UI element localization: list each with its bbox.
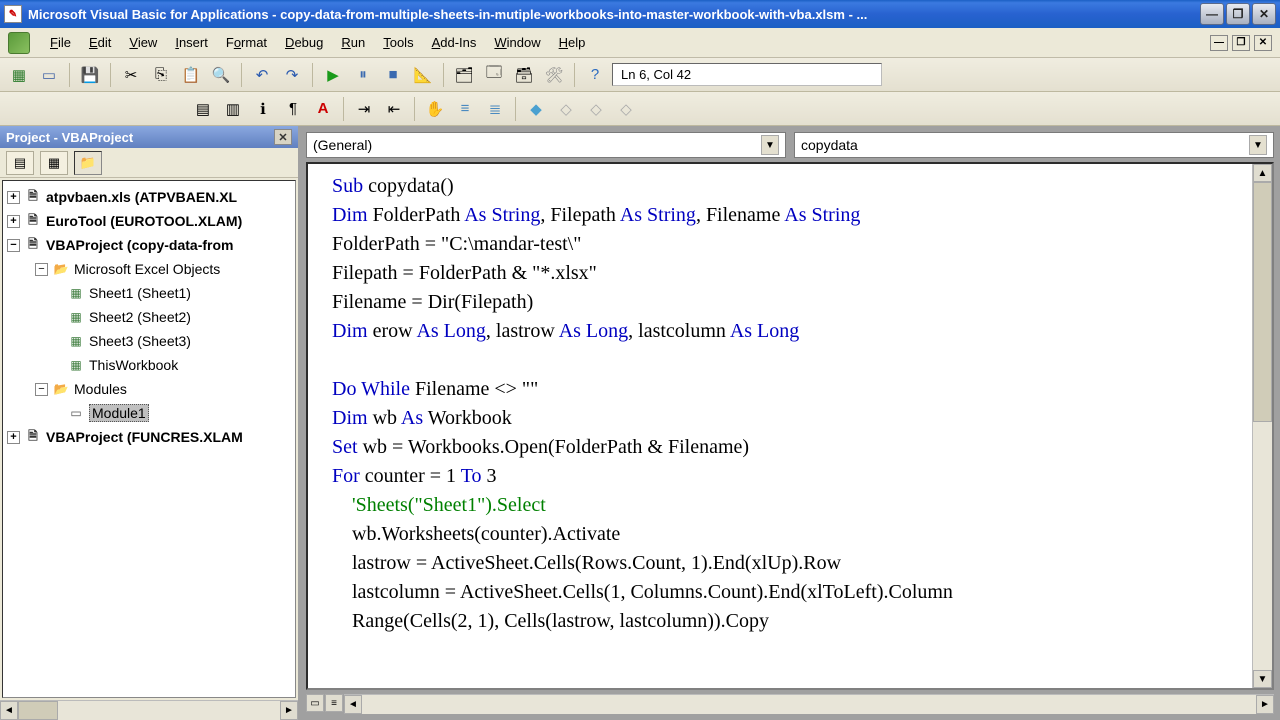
undo-button[interactable]: ↶ <box>249 62 275 88</box>
minimize-button[interactable]: — <box>1200 3 1224 25</box>
tree-project-vbaproject[interactable]: −🗎VBAProject (copy-data-from <box>3 233 295 257</box>
chevron-down-icon: ▼ <box>1249 135 1267 155</box>
window-title: Microsoft Visual Basic for Applications … <box>28 7 1200 22</box>
menu-tools[interactable]: Tools <box>375 31 421 54</box>
bookmark-prev-button[interactable]: ◇ <box>583 96 609 122</box>
project-explorer: Project - VBAProject ✕ ▤ ▦ 📁 +🗎atpvbaen.… <box>0 126 300 720</box>
tree-project-atpvbaen[interactable]: +🗎atpvbaen.xls (ATPVBAEN.XL <box>3 185 295 209</box>
code-window: Sub copydata() Dim FolderPath As String,… <box>306 162 1274 690</box>
quick-info-button[interactable]: ℹ <box>250 96 276 122</box>
menu-format[interactable]: Format <box>218 31 275 54</box>
menu-addins[interactable]: Add-Ins <box>424 31 485 54</box>
mdi-close-button[interactable]: ✕ <box>1254 35 1272 51</box>
view-object-button[interactable]: ▦ <box>40 151 68 175</box>
toolbox-button[interactable]: 🛠 <box>541 62 567 88</box>
run-button[interactable]: ▶ <box>320 62 346 88</box>
breakpoint-button[interactable]: ✋ <box>422 96 448 122</box>
project-panel-title: Project - VBAProject <box>6 130 133 145</box>
project-panel-close-button[interactable]: ✕ <box>274 129 292 145</box>
menu-file[interactable]: File <box>42 31 79 54</box>
parameter-info-button[interactable]: ¶ <box>280 96 306 122</box>
bookmark-toggle-button[interactable]: ◆ <box>523 96 549 122</box>
copy-button[interactable]: ⎘ <box>148 62 174 88</box>
list-properties-button[interactable]: ▤ <box>190 96 216 122</box>
mdi-minimize-button[interactable]: — <box>1210 35 1228 51</box>
close-button[interactable]: ✕ <box>1252 3 1276 25</box>
tree-sheet3[interactable]: ▦Sheet3 (Sheet3) <box>3 329 295 353</box>
complete-word-button[interactable]: A <box>310 96 336 122</box>
menu-edit[interactable]: Edit <box>81 31 119 54</box>
menu-view[interactable]: View <box>121 31 165 54</box>
save-button[interactable]: 💾 <box>77 62 103 88</box>
tree-folder-modules[interactable]: −📂Modules <box>3 377 295 401</box>
list-constants-button[interactable]: ▥ <box>220 96 246 122</box>
reset-button[interactable]: ■ <box>380 62 406 88</box>
project-explorer-button[interactable]: 🗂 <box>451 62 477 88</box>
bookmark-next-button[interactable]: ◇ <box>553 96 579 122</box>
menu-run[interactable]: Run <box>333 31 373 54</box>
find-button[interactable]: 🔍 <box>208 62 234 88</box>
bookmark-clear-button[interactable]: ◇ <box>613 96 639 122</box>
chevron-down-icon: ▼ <box>761 135 779 155</box>
help-button[interactable]: ? <box>582 62 608 88</box>
tree-folder-excel-objects[interactable]: −📂Microsoft Excel Objects <box>3 257 295 281</box>
tree-thisworkbook[interactable]: ▦ThisWorkbook <box>3 353 295 377</box>
cut-button[interactable]: ✂ <box>118 62 144 88</box>
uncomment-block-button[interactable]: ≣ <box>482 96 508 122</box>
view-excel-button[interactable]: ▦ <box>6 62 32 88</box>
app-icon: ✎ <box>4 5 22 23</box>
menubar: File Edit View Insert Format Debug Run T… <box>0 28 1280 58</box>
procedure-view-button[interactable]: ▭ <box>306 694 324 712</box>
design-mode-button[interactable]: 📐 <box>410 62 436 88</box>
object-dropdown[interactable]: (General)▼ <box>306 132 786 158</box>
properties-button[interactable]: 🗔 <box>481 62 507 88</box>
project-hscrollbar[interactable]: ◄► <box>0 700 298 720</box>
break-button[interactable]: ⏸ <box>350 62 376 88</box>
code-area: (General)▼ copydata▼ Sub copydata() Dim … <box>300 126 1280 720</box>
code-vscrollbar[interactable]: ▲▼ <box>1252 164 1272 688</box>
titlebar: ✎ Microsoft Visual Basic for Application… <box>0 0 1280 28</box>
full-module-view-button[interactable]: ≡ <box>325 694 343 712</box>
mdi-restore-button[interactable]: ❐ <box>1232 35 1250 51</box>
tree-sheet1[interactable]: ▦Sheet1 (Sheet1) <box>3 281 295 305</box>
cursor-position: Ln 6, Col 42 <box>612 63 882 86</box>
procedure-dropdown[interactable]: copydata▼ <box>794 132 1274 158</box>
tree-project-funcres[interactable]: +🗎VBAProject (FUNCRES.XLAM <box>3 425 295 449</box>
main-toolbar: ▦ ▭ 💾 ✂ ⎘ 📋 🔍 ↶ ↷ ▶ ⏸ ■ 📐 🗂 🗔 🗃 🛠 ? Ln 6… <box>0 58 1280 92</box>
menu-insert[interactable]: Insert <box>167 31 216 54</box>
outdent-button[interactable]: ⇤ <box>381 96 407 122</box>
maximize-button[interactable]: ❐ <box>1226 3 1250 25</box>
view-code-button[interactable]: ▤ <box>6 151 34 175</box>
view-selector: ▭ ≡ ◄► <box>306 694 1274 714</box>
project-panel-header: Project - VBAProject ✕ <box>0 126 298 148</box>
comment-block-button[interactable]: ≡ <box>452 96 478 122</box>
indent-button[interactable]: ⇥ <box>351 96 377 122</box>
excel-icon[interactable] <box>8 32 30 54</box>
code-hscrollbar[interactable]: ◄► <box>344 694 1274 714</box>
tree-sheet2[interactable]: ▦Sheet2 (Sheet2) <box>3 305 295 329</box>
project-tree[interactable]: +🗎atpvbaen.xls (ATPVBAEN.XL +🗎EuroTool (… <box>2 180 296 698</box>
menu-window[interactable]: Window <box>486 31 548 54</box>
tree-project-eurotool[interactable]: +🗎EuroTool (EUROTOOL.XLAM) <box>3 209 295 233</box>
edit-toolbar: ▤ ▥ ℹ ¶ A ⇥ ⇤ ✋ ≡ ≣ ◆ ◇ ◇ ◇ <box>0 92 1280 126</box>
code-editor[interactable]: Sub copydata() Dim FolderPath As String,… <box>308 164 1252 688</box>
object-browser-button[interactable]: 🗃 <box>511 62 537 88</box>
redo-button[interactable]: ↷ <box>279 62 305 88</box>
tree-module1[interactable]: ▭Module1 <box>3 401 295 425</box>
toggle-folders-button[interactable]: 📁 <box>74 151 102 175</box>
menu-help[interactable]: Help <box>551 31 594 54</box>
menu-debug[interactable]: Debug <box>277 31 331 54</box>
insert-module-button[interactable]: ▭ <box>36 62 62 88</box>
project-panel-toolbar: ▤ ▦ 📁 <box>0 148 298 178</box>
paste-button[interactable]: 📋 <box>178 62 204 88</box>
